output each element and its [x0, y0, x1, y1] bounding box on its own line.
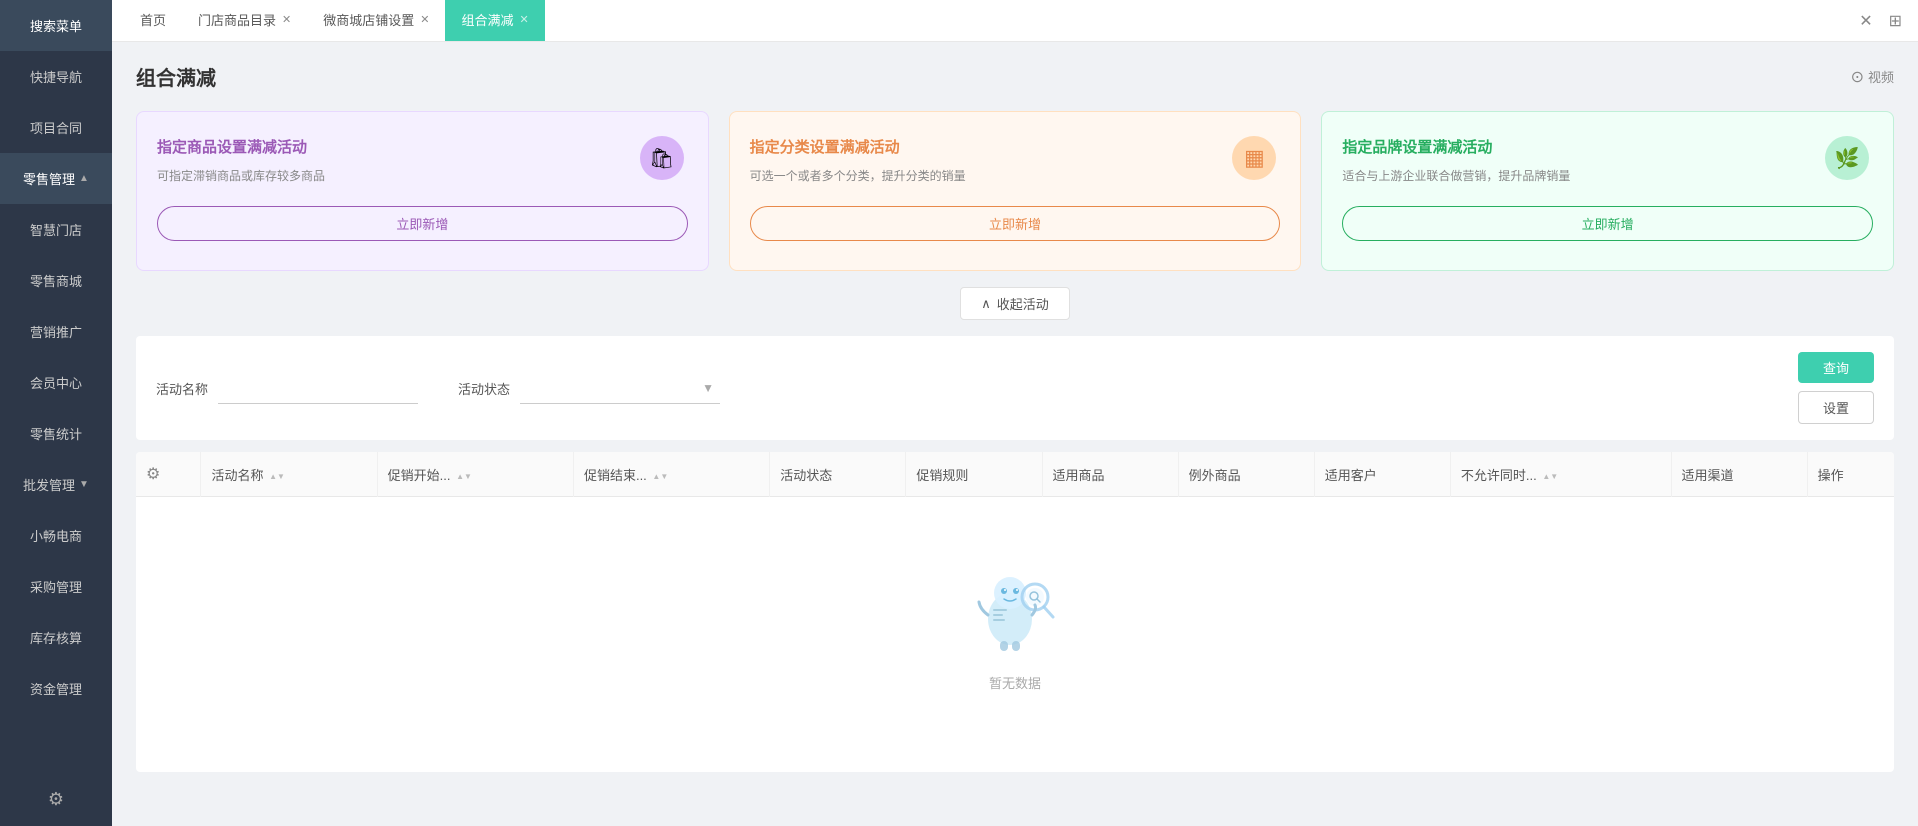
- sidebar-item-search-menu[interactable]: 搜索菜单: [0, 0, 112, 51]
- promo-card-brand-add-button[interactable]: 立即新增: [1342, 206, 1873, 241]
- promo-card-goods-desc: 可指定滞销商品或库存较多商品: [157, 167, 688, 186]
- empty-state-row: 暂无数据: [136, 497, 1894, 773]
- page-header: 组合满减 ⊙ 视频: [136, 62, 1894, 91]
- collapse-bar: ∧ 收起活动: [136, 287, 1894, 320]
- promo-card-category: 指定分类设置满减活动 ▦ 可选一个或者多个分类，提升分类的销量 立即新增: [729, 111, 1302, 271]
- col-promo-rule: 促销规则: [906, 452, 1042, 497]
- col-activity-status: 活动状态: [770, 452, 906, 497]
- promo-card-goods: 指定商品设置满减活动 🛍 可指定滞销商品或库存较多商品 立即新增: [136, 111, 709, 271]
- tab-bar-actions: ✕ ⊞: [1855, 7, 1906, 35]
- activity-status-select-wrapper: 进行中 未开始 已结束 ▼: [520, 372, 720, 404]
- sort-promo-start-icon: ▲▼: [456, 472, 472, 481]
- col-settings: ⚙: [136, 452, 201, 497]
- sidebar-item-xiaochen[interactable]: 小畅电商: [0, 510, 112, 561]
- promo-card-brand: 指定品牌设置满减活动 🌿 适合与上游企业联合做营销，提升品牌销量 立即新增: [1321, 111, 1894, 271]
- table-settings-icon[interactable]: ⚙: [146, 466, 160, 483]
- promo-card-row: 指定商品设置满减活动 🛍 可指定滞销商品或库存较多商品 立即新增 指定分类设置满…: [136, 111, 1894, 271]
- promo-card-goods-title: 指定商品设置满减活动: [157, 136, 688, 157]
- tab-combo-discount-close[interactable]: ✕: [520, 13, 529, 26]
- sort-no-concurrent-icon: ▲▼: [1542, 472, 1558, 481]
- sidebar-item-capital[interactable]: 资金管理: [0, 663, 112, 714]
- promo-card-brand-icon: 🌿: [1825, 136, 1869, 180]
- promo-card-category-add-button[interactable]: 立即新增: [750, 206, 1281, 241]
- video-button[interactable]: ⊙ 视频: [1851, 67, 1894, 87]
- sidebar-item-smart-store[interactable]: 智慧门店: [0, 204, 112, 255]
- play-circle-icon: ⊙: [1851, 67, 1864, 87]
- sort-promo-end-icon: ▲▼: [652, 472, 668, 481]
- search-bar-actions: 查询 设置: [1798, 352, 1874, 424]
- table-header-row: ⚙ 活动名称 ▲▼ 促销开始... ▲▼ 促销结束... ▲▼: [136, 452, 1894, 497]
- col-applicable-channel: 适用渠道: [1671, 452, 1807, 497]
- activity-status-label: 活动状态: [458, 379, 510, 398]
- empty-state: 暂无数据: [136, 497, 1894, 772]
- col-operation: 操作: [1807, 452, 1894, 497]
- col-promo-end[interactable]: 促销结束... ▲▼: [573, 452, 769, 497]
- sidebar-item-project-contract[interactable]: 项目合同: [0, 102, 112, 153]
- promo-card-brand-title: 指定品牌设置满减活动: [1342, 136, 1873, 157]
- tab-product-catalog[interactable]: 门店商品目录 ✕: [182, 0, 307, 41]
- empty-state-text: 暂无数据: [136, 673, 1894, 692]
- tab-wechat-shop[interactable]: 微商城店铺设置 ✕: [307, 0, 445, 41]
- window-resize-icon[interactable]: ⊞: [1885, 7, 1906, 35]
- data-table-container: ⚙ 活动名称 ▲▼ 促销开始... ▲▼ 促销结束... ▲▼: [136, 452, 1894, 772]
- tab-wechat-shop-close[interactable]: ✕: [420, 13, 429, 26]
- sidebar-item-retail-stats[interactable]: 零售统计: [0, 408, 112, 459]
- sidebar-item-wholesale-mgmt[interactable]: 批发管理 ▼: [0, 459, 112, 510]
- sidebar-item-quick-nav[interactable]: 快捷导航: [0, 51, 112, 102]
- search-bar: 活动名称 活动状态 进行中 未开始 已结束 ▼ 查询 设置: [136, 336, 1894, 440]
- sidebar-item-member-center[interactable]: 会员中心: [0, 357, 112, 408]
- empty-state-icon: [965, 557, 1065, 657]
- retail-mgmt-arrow-icon: ▲: [79, 173, 89, 184]
- col-activity-name[interactable]: 活动名称 ▲▼: [201, 452, 377, 497]
- activity-name-field: 活动名称: [156, 372, 418, 404]
- tab-combo-discount[interactable]: 组合满减 ✕: [445, 0, 544, 41]
- collapse-icon: ∧: [981, 296, 991, 312]
- table-head: ⚙ 活动名称 ▲▼ 促销开始... ▲▼ 促销结束... ▲▼: [136, 452, 1894, 497]
- activity-name-label: 活动名称: [156, 379, 208, 398]
- sidebar-item-retail-mall[interactable]: 零售商城: [0, 255, 112, 306]
- wholesale-mgmt-arrow-icon: ▼: [79, 479, 89, 490]
- activity-name-input[interactable]: [218, 372, 418, 404]
- promo-card-category-desc: 可选一个或者多个分类，提升分类的销量: [750, 167, 1281, 186]
- promo-card-goods-add-button[interactable]: 立即新增: [157, 206, 688, 241]
- tab-bar: 首页 门店商品目录 ✕ 微商城店铺设置 ✕ 组合满减 ✕ ✕ ⊞: [112, 0, 1918, 42]
- col-no-concurrent[interactable]: 不允许同时... ▲▼: [1450, 452, 1671, 497]
- col-exception-goods: 例外商品: [1178, 452, 1314, 497]
- main-area: 首页 门店商品目录 ✕ 微商城店铺设置 ✕ 组合满减 ✕ ✕ ⊞ 组合满减 ⊙ …: [112, 0, 1918, 826]
- activity-status-field: 活动状态 进行中 未开始 已结束 ▼: [458, 372, 720, 404]
- collapse-activity-button[interactable]: ∧ 收起活动: [960, 287, 1070, 320]
- query-button[interactable]: 查询: [1798, 352, 1874, 383]
- page-content: 组合满减 ⊙ 视频 指定商品设置满减活动 🛍 可指定滞销商品或库存较多商品 立即…: [112, 42, 1918, 826]
- promo-card-brand-desc: 适合与上游企业联合做营销，提升品牌销量: [1342, 167, 1873, 186]
- sort-activity-name-icon: ▲▼: [269, 472, 285, 481]
- promo-card-goods-icon: 🛍: [640, 136, 684, 180]
- tab-home[interactable]: 首页: [124, 0, 182, 41]
- sidebar-item-purchase[interactable]: 采购管理: [0, 561, 112, 612]
- table-body: 暂无数据: [136, 497, 1894, 773]
- sidebar-item-marketing[interactable]: 营销推广: [0, 306, 112, 357]
- activity-table: ⚙ 活动名称 ▲▼ 促销开始... ▲▼ 促销结束... ▲▼: [136, 452, 1894, 772]
- col-promo-start[interactable]: 促销开始... ▲▼: [377, 452, 573, 497]
- sidebar-settings[interactable]: ⚙: [0, 773, 112, 826]
- tab-product-catalog-close[interactable]: ✕: [282, 13, 291, 26]
- setting-button[interactable]: 设置: [1798, 391, 1874, 424]
- col-applicable-goods: 适用商品: [1042, 452, 1178, 497]
- window-close-icon[interactable]: ✕: [1855, 7, 1876, 35]
- page-title: 组合满减: [136, 62, 216, 91]
- col-applicable-customer: 适用客户: [1314, 452, 1450, 497]
- sidebar-item-inventory[interactable]: 库存核算: [0, 612, 112, 663]
- promo-card-category-title: 指定分类设置满减活动: [750, 136, 1281, 157]
- sidebar-item-retail-mgmt[interactable]: 零售管理 ▲: [0, 153, 112, 204]
- empty-state-cell: 暂无数据: [136, 497, 1894, 773]
- sidebar: 搜索菜单 快捷导航 项目合同 零售管理 ▲ 智慧门店 零售商城 营销推广 会员中…: [0, 0, 112, 826]
- gear-icon: ⚙: [48, 789, 64, 809]
- activity-status-select[interactable]: 进行中 未开始 已结束: [520, 372, 720, 404]
